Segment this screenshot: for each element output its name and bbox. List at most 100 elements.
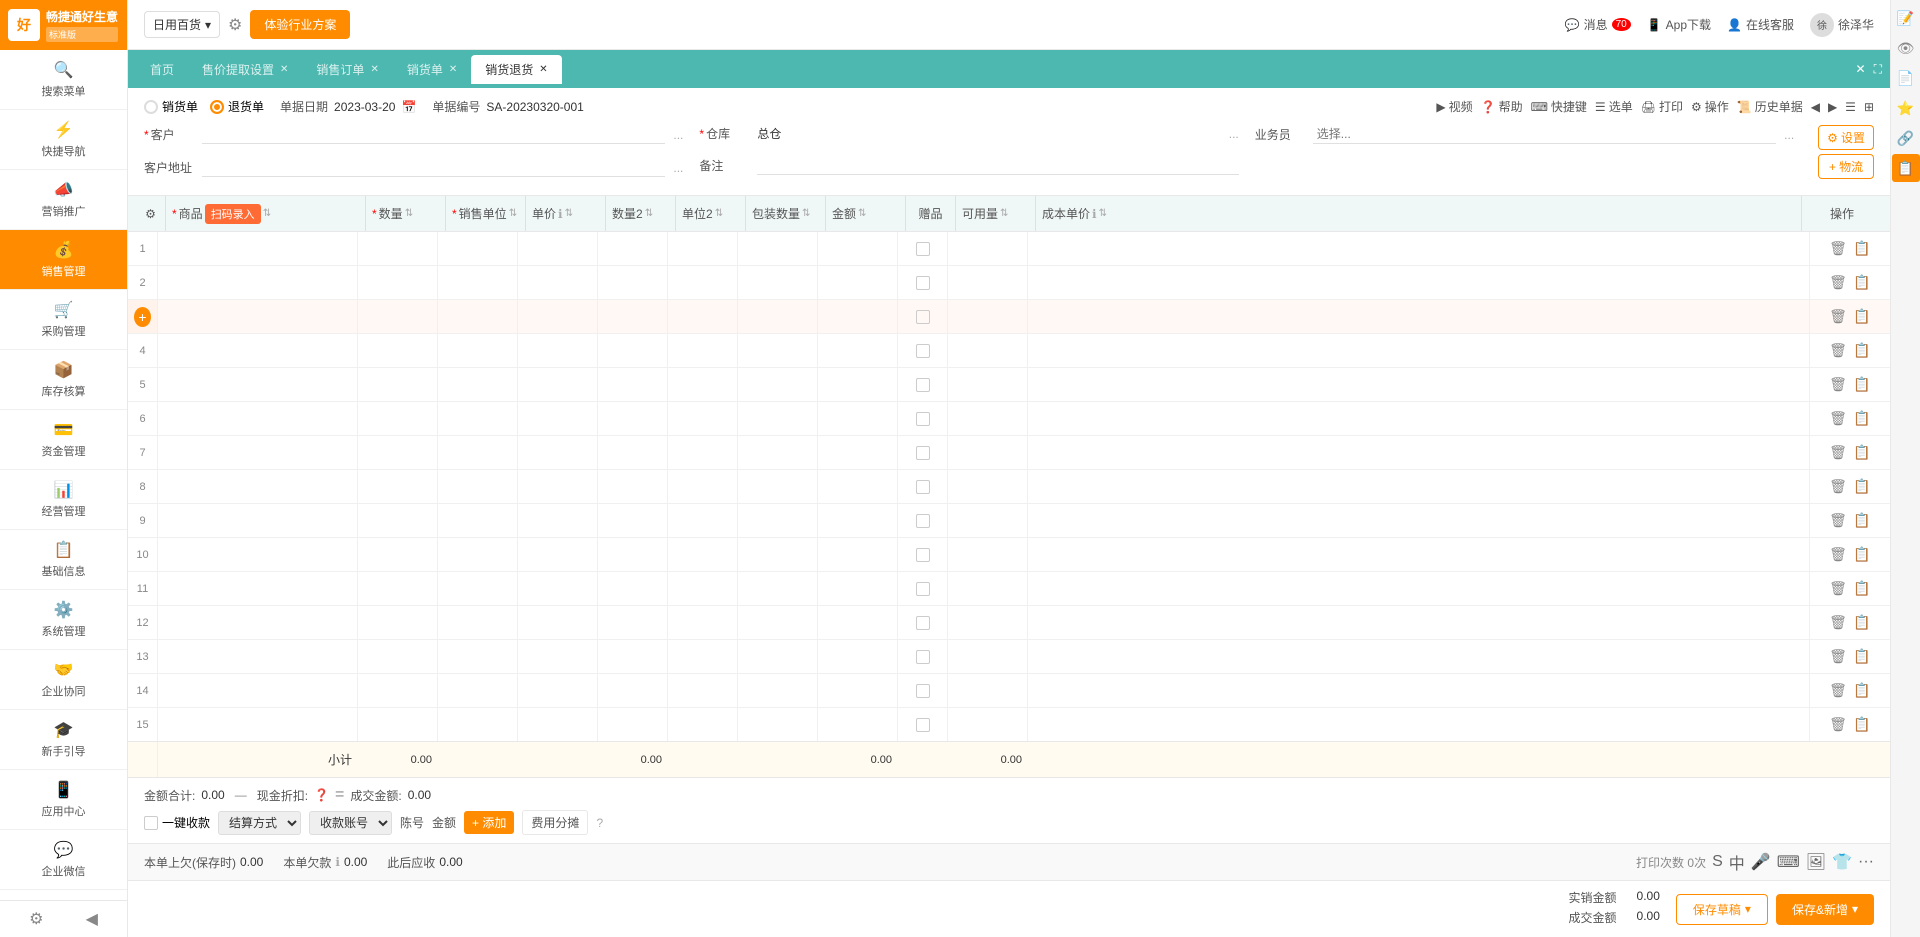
user-profile[interactable]: 徐 徐泽华 (1810, 13, 1874, 37)
address-ellipsis[interactable]: ... (673, 161, 683, 175)
tab-sales[interactable]: 销货单 ✕ (393, 55, 471, 84)
copy-btn[interactable]: 📋 (1852, 545, 1872, 565)
expense-split-btn[interactable]: 费用分摊 (522, 810, 588, 835)
ime-icon-keyboard[interactable]: ⌨ (1777, 852, 1800, 872)
scan-input-btn[interactable]: 扫码录入 (205, 204, 261, 224)
sidebar-item-search[interactable]: 🔍 搜索菜单 (0, 50, 127, 110)
row-2-unit[interactable] (438, 266, 518, 299)
staff-input[interactable] (1313, 125, 1776, 144)
delete-btn[interactable]: 🗑 (1828, 477, 1848, 497)
delete-btn[interactable]: 🗑 (1828, 715, 1848, 735)
sidebar-item-purchase[interactable]: 🛒 采购管理 (0, 290, 127, 350)
toolbar-help-btn[interactable]: ❓ 帮助 (1481, 98, 1523, 115)
unit2-sort-icon[interactable]: ⇅ (715, 208, 723, 219)
row-1-pkg[interactable] (738, 232, 818, 265)
copy-btn[interactable]: 📋 (1852, 715, 1872, 735)
copy-btn[interactable]: 📋 (1852, 477, 1872, 497)
copy-btn[interactable]: 📋 (1852, 681, 1872, 701)
row-product[interactable] (158, 334, 358, 367)
price-sort-icon[interactable]: ⇅ (565, 208, 573, 219)
ime-icon-shirt[interactable]: 👕 (1832, 852, 1852, 872)
settings-side-btn[interactable]: ⚙ 设置 (1818, 125, 1874, 150)
row-2-price[interactable] (518, 266, 598, 299)
cost-sort-icon[interactable]: ⇅ (1099, 208, 1107, 219)
toolbar-list-view[interactable]: ☰ (1845, 100, 1856, 114)
sidebar-item-sales[interactable]: 💰 销售管理 (0, 230, 127, 290)
row-2-gift[interactable] (898, 266, 948, 299)
pkg-sort-icon[interactable]: ⇅ (802, 208, 810, 219)
toolbar-shortcut-btn[interactable]: ⌨ 快捷键 (1531, 98, 1587, 115)
sidebar-item-inventory[interactable]: 📦 库存核算 (0, 350, 127, 410)
sidebar-item-finance[interactable]: 💳 资金管理 (0, 410, 127, 470)
add-row-avail[interactable] (948, 300, 1028, 333)
tab-expand-icon[interactable]: ⛶ (1874, 62, 1882, 77)
qty2-sort-icon[interactable]: ⇅ (645, 208, 653, 219)
topbar-settings-icon[interactable]: ⚙ (228, 15, 242, 35)
add-row-delete-btn[interactable]: 🗑 (1828, 307, 1848, 327)
add-row-gift[interactable] (898, 300, 948, 333)
toolbar-nav-prev[interactable]: ◀ (1811, 100, 1820, 114)
right-panel-star-icon[interactable]: ⭐ (1892, 94, 1920, 122)
row-2-avail[interactable] (948, 266, 1028, 299)
tab-close-sales-order[interactable]: ✕ (370, 64, 378, 75)
copy-btn[interactable]: 📋 (1852, 579, 1872, 599)
delete-btn[interactable]: 🗑 (1828, 681, 1848, 701)
radio-return[interactable]: 退货单 (210, 98, 264, 115)
copy-btn[interactable]: 📋 (1852, 613, 1872, 633)
account-select[interactable]: 收款账号 (309, 811, 392, 835)
add-row-price[interactable] (518, 300, 598, 333)
row-1-unit2[interactable] (668, 232, 738, 265)
row-1-unit[interactable] (438, 232, 518, 265)
price-info-icon[interactable]: ℹ (558, 207, 563, 221)
row-2-gift-checkbox[interactable] (916, 276, 930, 290)
sidebar-item-appstore[interactable]: 📱 应用中心 (0, 770, 127, 830)
delete-btn[interactable]: 🗑 (1828, 375, 1848, 395)
delete-btn[interactable]: 🗑 (1828, 545, 1848, 565)
save-new-dropdown-icon[interactable]: ▾ (1852, 902, 1858, 916)
delete-btn[interactable]: 🗑 (1828, 647, 1848, 667)
amount-sort-icon[interactable]: ⇅ (858, 208, 866, 219)
sidebar-collapse-btn[interactable]: ◀ (86, 909, 98, 929)
row-2-product[interactable] (158, 266, 358, 299)
add-row-copy-btn[interactable]: 📋 (1852, 307, 1872, 327)
row-1-delete-btn[interactable]: 🗑 (1828, 239, 1848, 259)
staff-ellipsis[interactable]: ... (1784, 128, 1794, 142)
ime-icon-mic[interactable]: 🎤 (1751, 852, 1771, 872)
toolbar-history-btn[interactable]: 📜 历史单据 (1737, 98, 1803, 115)
add-product-input[interactable] (164, 310, 351, 324)
row-2-delete-btn[interactable]: 🗑 (1828, 273, 1848, 293)
row-1-gift[interactable] (898, 232, 948, 265)
toolbar-print-btn[interactable]: 🖨 打印 (1641, 98, 1683, 115)
tab-close-icon[interactable]: ✕ (1856, 62, 1866, 76)
toolbar-video-btn[interactable]: ▶ 视频 (1436, 98, 1472, 115)
logistics-btn[interactable]: + 物流 (1818, 154, 1874, 179)
row-1-avail[interactable] (948, 232, 1028, 265)
add-row-unit[interactable] (438, 300, 518, 333)
remark-input[interactable] (757, 156, 1238, 175)
sidebar-item-basic[interactable]: 📋 基础信息 (0, 530, 127, 590)
payment-checkbox-label[interactable]: 一键收款 (144, 814, 210, 831)
copy-btn[interactable]: 📋 (1852, 443, 1872, 463)
add-row-btn[interactable]: + (134, 307, 151, 327)
customer-input[interactable] (202, 125, 665, 144)
row-2-qty2[interactable] (598, 266, 668, 299)
add-row-qty2[interactable] (598, 300, 668, 333)
row-1-copy-btn[interactable]: 📋 (1852, 239, 1872, 259)
row-1-gift-checkbox[interactable] (916, 242, 930, 256)
delete-btn[interactable]: 🗑 (1828, 511, 1848, 531)
copy-btn[interactable]: 📋 (1852, 647, 1872, 667)
add-expense-btn[interactable]: + 添加 (464, 811, 514, 834)
calendar-icon[interactable]: 📅 (401, 100, 416, 114)
right-panel-clip-icon[interactable]: 📋 (1892, 154, 1920, 182)
delete-btn[interactable]: 🗑 (1828, 613, 1848, 633)
copy-btn[interactable]: 📋 (1852, 375, 1872, 395)
app-download-btn[interactable]: 📱 App下载 (1647, 16, 1711, 33)
right-panel-doc-icon[interactable]: 📄 (1892, 64, 1920, 92)
unit-sort-icon[interactable]: ⇅ (509, 208, 517, 219)
row-1-qty[interactable] (358, 232, 438, 265)
cost-info-icon[interactable]: ℹ (1092, 207, 1097, 221)
customer-ellipsis[interactable]: ... (673, 128, 683, 142)
add-row-gift-checkbox[interactable] (916, 310, 930, 324)
product-sort-icon[interactable]: ⇅ (263, 208, 271, 219)
delete-btn[interactable]: 🗑 (1828, 579, 1848, 599)
